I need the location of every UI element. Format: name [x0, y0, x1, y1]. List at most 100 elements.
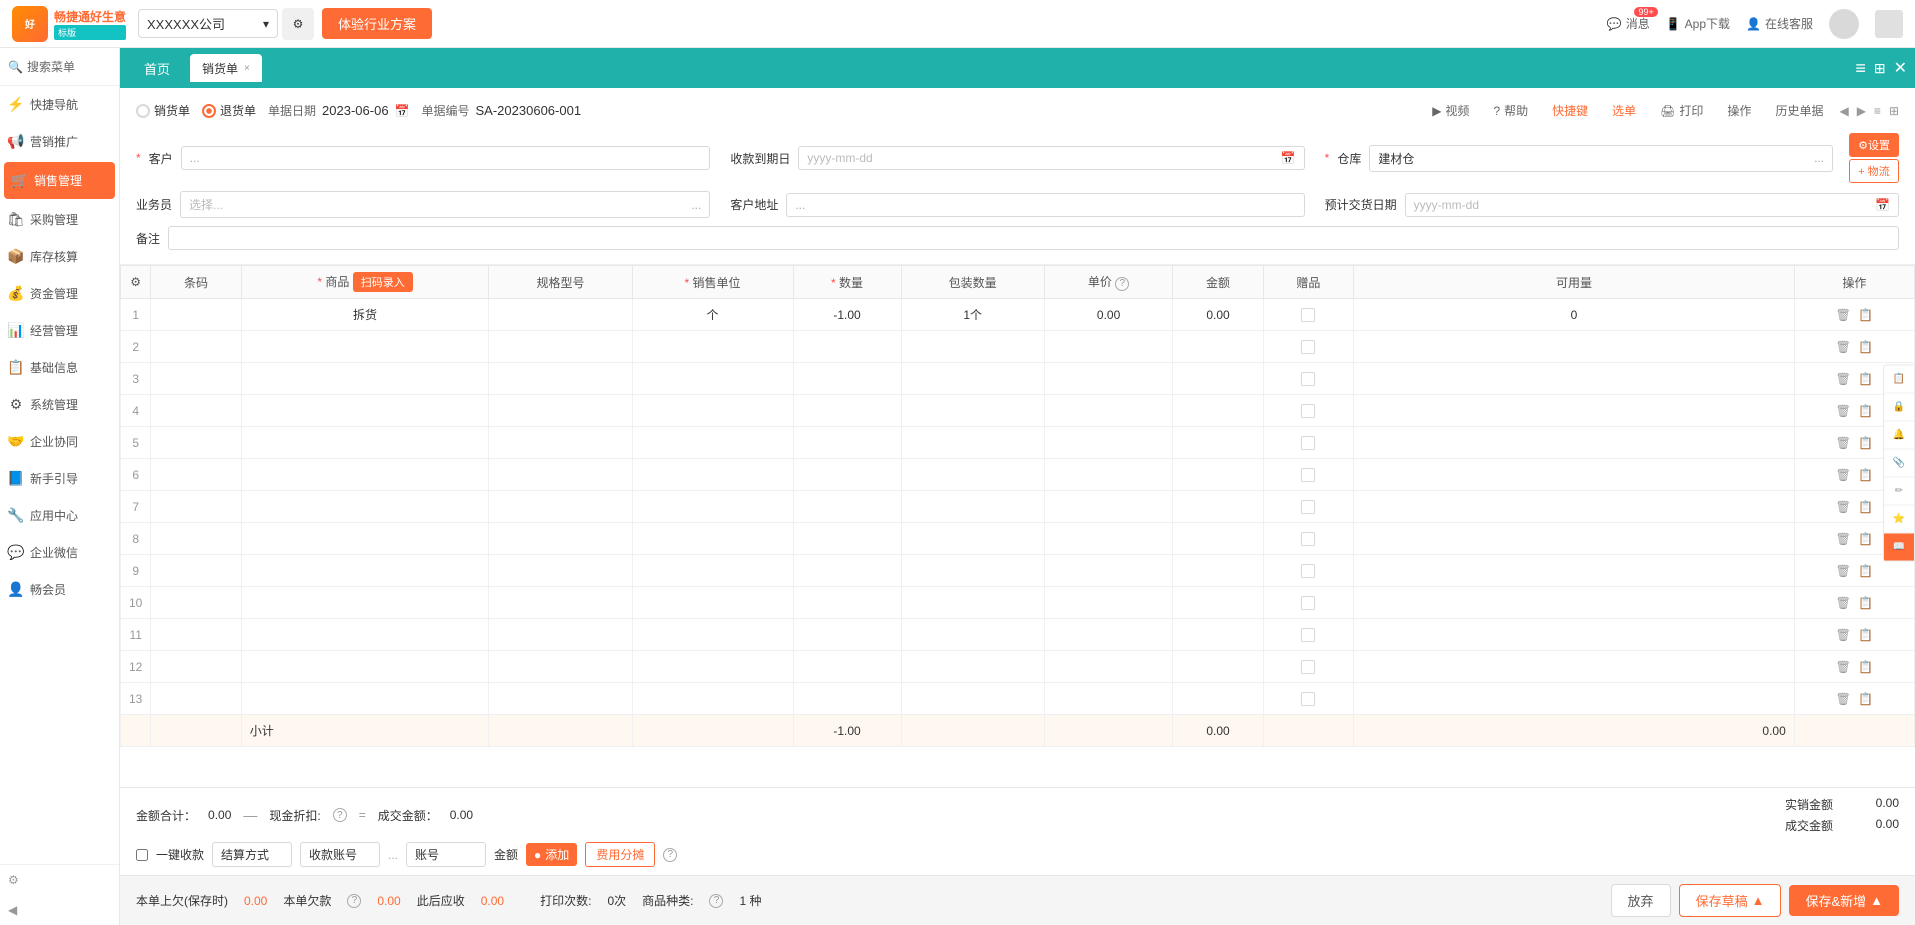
- copy-icon-6[interactable]: 📋: [1858, 500, 1873, 514]
- row-sales-unit-7[interactable]: [632, 523, 793, 555]
- gift-checkbox-7[interactable]: [1301, 532, 1315, 546]
- online-service-action[interactable]: 👤 在线客服: [1746, 15, 1813, 32]
- copy-icon-9[interactable]: 📋: [1858, 596, 1873, 610]
- settings-icon[interactable]: ⚙: [282, 8, 314, 40]
- add-payment-button[interactable]: ● 添加: [526, 843, 577, 866]
- row-quantity-7[interactable]: [793, 523, 901, 555]
- row-quantity-11[interactable]: [793, 651, 901, 683]
- account-no-select[interactable]: 收款账号: [300, 842, 380, 867]
- th-settings[interactable]: ⚙: [121, 266, 151, 299]
- row-spec-11[interactable]: [489, 651, 632, 683]
- delete-icon-6[interactable]: 🗑: [1836, 500, 1851, 514]
- user-menu-btn[interactable]: [1875, 10, 1903, 38]
- row-product-7[interactable]: [241, 523, 489, 555]
- row-amount-7[interactable]: [1173, 523, 1263, 555]
- row-product-4[interactable]: [241, 427, 489, 459]
- copy-icon-7[interactable]: 📋: [1858, 532, 1873, 546]
- date-calendar-icon[interactable]: 📅: [395, 104, 410, 118]
- copy-icon-3[interactable]: 📋: [1858, 404, 1873, 418]
- row-sales-unit-10[interactable]: [632, 619, 793, 651]
- copy-icon-4[interactable]: 📋: [1858, 436, 1873, 450]
- view-grid-icon[interactable]: ⊞: [1874, 60, 1886, 77]
- sidebar-settings-item[interactable]: ⚙: [0, 865, 119, 895]
- delete-icon-7[interactable]: 🗑: [1836, 532, 1851, 546]
- company-select[interactable]: XXXXXX公司 ▾: [138, 9, 278, 38]
- sidebar-item-7[interactable]: 📋基础信息: [0, 349, 119, 386]
- row-unit-price-6[interactable]: [1044, 491, 1173, 523]
- row-unit-price-10[interactable]: [1044, 619, 1173, 651]
- print-btn[interactable]: 🖨 打印: [1652, 98, 1711, 123]
- row-barcode-7[interactable]: [151, 523, 241, 555]
- discount-help-icon[interactable]: ?: [333, 808, 347, 822]
- row-package-qty-4[interactable]: [901, 427, 1044, 459]
- tab-bar-close-icon[interactable]: ✕: [1894, 58, 1907, 78]
- gift-checkbox-2[interactable]: [1301, 372, 1315, 386]
- view-list-icon[interactable]: ≡: [1855, 58, 1866, 79]
- gift-checkbox-12[interactable]: [1301, 692, 1315, 706]
- logistics-action-btn[interactable]: + 物流: [1849, 159, 1899, 183]
- row-gift-10[interactable]: [1263, 619, 1353, 651]
- copy-icon-2[interactable]: 📋: [1858, 372, 1873, 386]
- float-clip-btn[interactable]: 📎: [1884, 449, 1914, 477]
- tab-sales-order[interactable]: 销货单 ×: [190, 54, 262, 82]
- copy-icon-5[interactable]: 📋: [1858, 468, 1873, 482]
- avatar[interactable]: [1829, 9, 1859, 39]
- gift-checkbox-10[interactable]: [1301, 628, 1315, 642]
- copy-icon-10[interactable]: 📋: [1858, 628, 1873, 642]
- sidebar-item-6[interactable]: 📊经营管理: [0, 312, 119, 349]
- row-barcode-5[interactable]: [151, 459, 241, 491]
- row-quantity-8[interactable]: [793, 555, 901, 587]
- gift-checkbox-0[interactable]: [1301, 308, 1315, 322]
- row-spec-3[interactable]: [489, 395, 632, 427]
- paydue-calendar-icon[interactable]: 📅: [1281, 151, 1296, 165]
- row-sales-unit-12[interactable]: [632, 683, 793, 715]
- row-unit-price-11[interactable]: [1044, 651, 1173, 683]
- sidebar-collapse-item[interactable]: ◀: [0, 895, 119, 925]
- copy-icon-0[interactable]: 📋: [1858, 308, 1873, 322]
- gift-checkbox-5[interactable]: [1301, 468, 1315, 482]
- row-spec-7[interactable]: [489, 523, 632, 555]
- customer-address-input[interactable]: ...: [786, 193, 1304, 217]
- delete-icon-1[interactable]: 🗑: [1836, 340, 1851, 354]
- row-quantity-10[interactable]: [793, 619, 901, 651]
- row-spec-1[interactable]: [489, 331, 632, 363]
- gift-checkbox-3[interactable]: [1301, 404, 1315, 418]
- row-gift-11[interactable]: [1263, 651, 1353, 683]
- row-barcode-3[interactable]: [151, 395, 241, 427]
- row-spec-12[interactable]: [489, 683, 632, 715]
- row-barcode-8[interactable]: [151, 555, 241, 587]
- row-gift-8[interactable]: [1263, 555, 1353, 587]
- float-edit-btn[interactable]: ✏: [1884, 477, 1914, 505]
- warehouse-input[interactable]: 建材仓 ...: [1369, 145, 1833, 172]
- row-spec-0[interactable]: [489, 299, 632, 331]
- one-click-payment-checkbox[interactable]: [136, 849, 148, 861]
- nav-next-icon[interactable]: ▶: [1857, 104, 1866, 118]
- gift-checkbox-6[interactable]: [1301, 500, 1315, 514]
- row-amount-4[interactable]: [1173, 427, 1263, 459]
- sidebar-item-11[interactable]: 🔧应用中心: [0, 497, 119, 534]
- sidebar-item-10[interactable]: 📘新手引导: [0, 460, 119, 497]
- row-amount-6[interactable]: [1173, 491, 1263, 523]
- row-amount-3[interactable]: [1173, 395, 1263, 427]
- row-unit-price-7[interactable]: [1044, 523, 1173, 555]
- delete-icon-4[interactable]: 🗑: [1836, 436, 1851, 450]
- row-unit-price-0[interactable]: 0.00: [1044, 299, 1173, 331]
- row-package-qty-5[interactable]: [901, 459, 1044, 491]
- row-barcode-2[interactable]: [151, 363, 241, 395]
- row-gift-9[interactable]: [1263, 587, 1353, 619]
- settlement-method-select[interactable]: 结算方式: [212, 842, 292, 867]
- row-spec-6[interactable]: [489, 491, 632, 523]
- shortcut-btn[interactable]: 快捷键: [1544, 98, 1596, 123]
- row-sales-unit-2[interactable]: [632, 363, 793, 395]
- row-unit-price-2[interactable]: [1044, 363, 1173, 395]
- row-package-qty-7[interactable]: [901, 523, 1044, 555]
- row-barcode-1[interactable]: [151, 331, 241, 363]
- row-unit-price-4[interactable]: [1044, 427, 1173, 459]
- row-gift-7[interactable]: [1263, 523, 1353, 555]
- row-unit-price-8[interactable]: [1044, 555, 1173, 587]
- row-gift-2[interactable]: [1263, 363, 1353, 395]
- sidebar-search[interactable]: 🔍 搜索菜单: [0, 48, 119, 86]
- float-star-btn[interactable]: ⭐: [1884, 505, 1914, 533]
- copy-icon-12[interactable]: 📋: [1858, 692, 1873, 706]
- row-product-11[interactable]: [241, 651, 489, 683]
